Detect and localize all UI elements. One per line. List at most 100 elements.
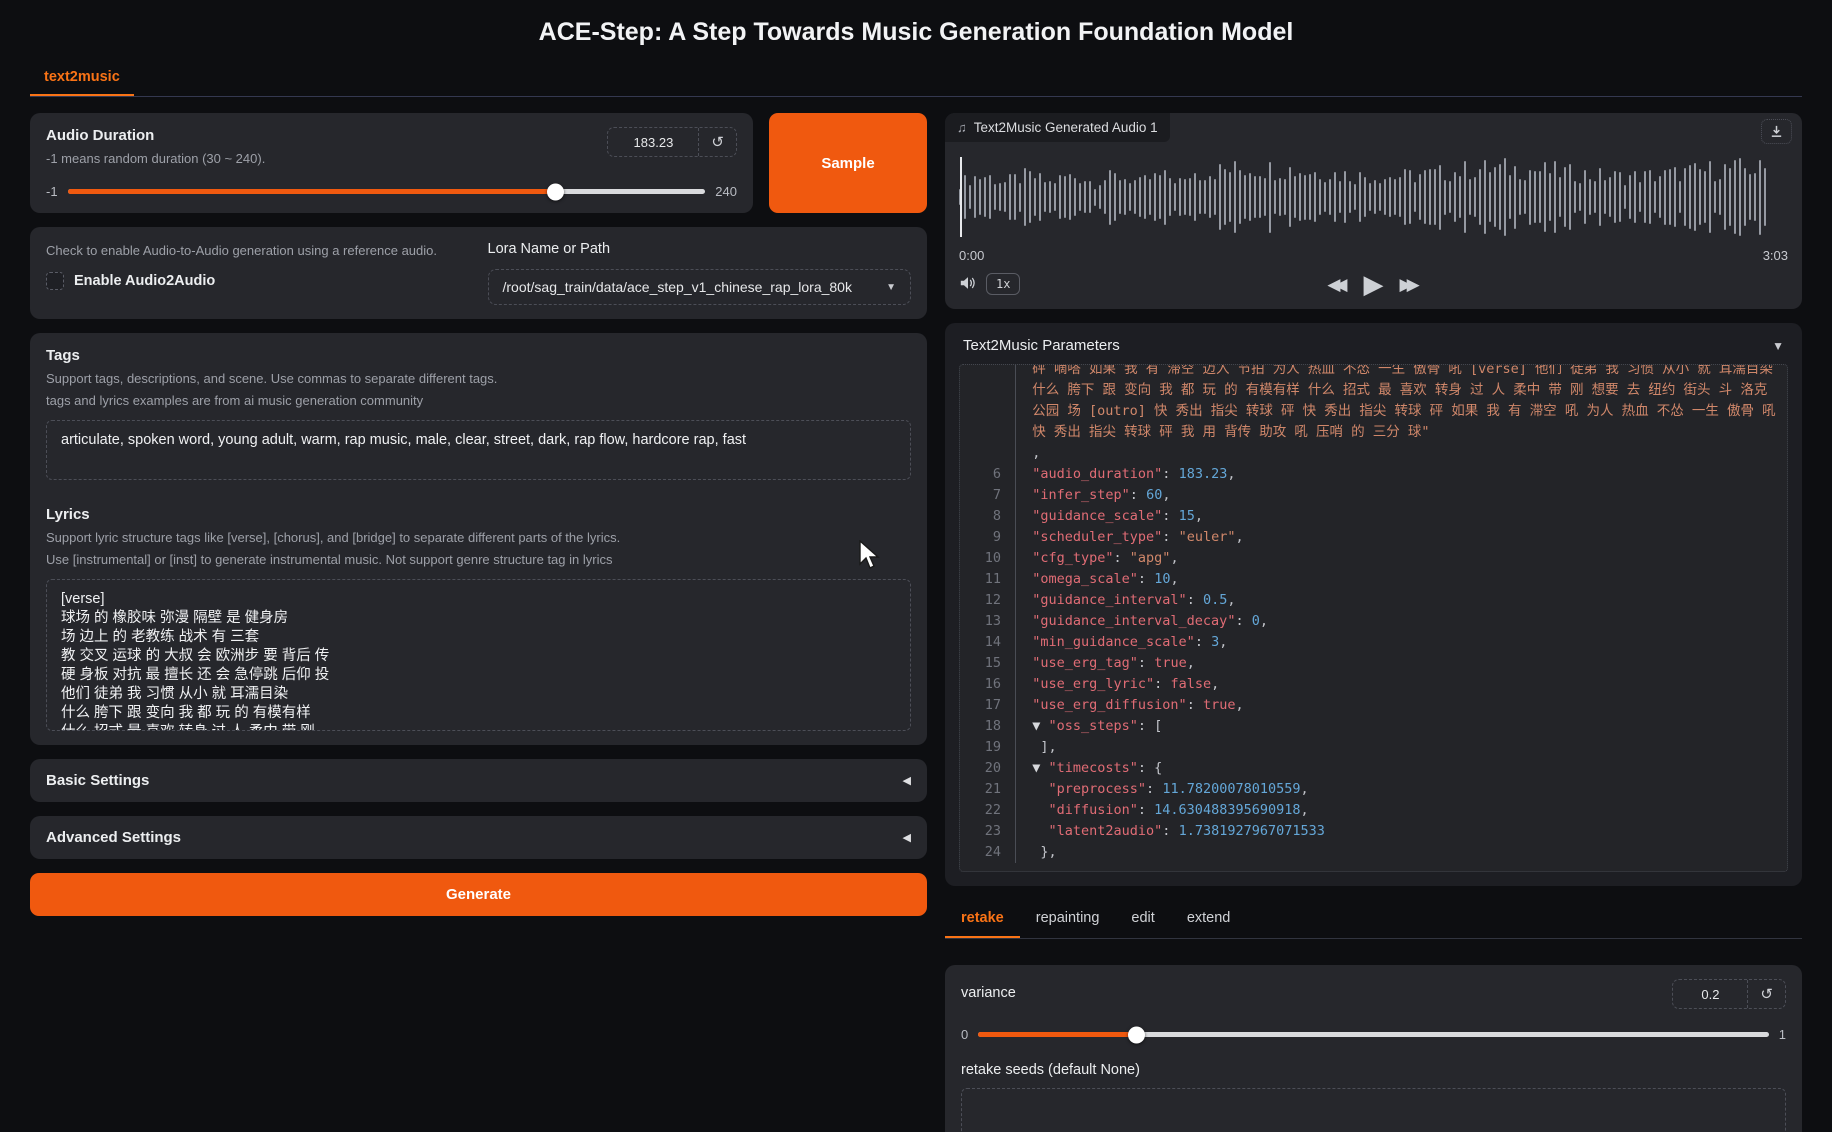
line-number: 20 — [960, 758, 1016, 779]
waveform-bar — [1219, 164, 1221, 230]
waveform-bar — [1084, 181, 1086, 213]
waveform-bar — [989, 175, 991, 219]
waveform-bar — [1009, 174, 1011, 220]
audio-title-tab: ♫ Text2Music Generated Audio 1 — [945, 113, 1170, 142]
json-rows: 砰 嘀嗒 如果 我 有 滞空 迈入 节拍 为人 热血 不怂 一生 傲骨 吼 [v… — [960, 365, 1787, 863]
tags-desc-2: tags and lyrics examples are from ai mus… — [46, 393, 424, 408]
basic-settings-accordion[interactable]: Basic Settings ◀ — [30, 759, 927, 802]
play-button[interactable]: ▶ — [1364, 271, 1384, 297]
waveform-bar — [1339, 180, 1341, 214]
waveform[interactable] — [959, 154, 1788, 240]
retake-seeds-textarea[interactable] — [961, 1088, 1786, 1132]
speaker-icon — [960, 276, 975, 289]
waveform-bar — [1599, 168, 1601, 226]
audio-duration-slider[interactable] — [67, 183, 706, 200]
waveform-bar — [1489, 172, 1491, 222]
json-line: 13 "guidance_interval_decay": 0, — [960, 611, 1787, 632]
download-button[interactable] — [1761, 119, 1792, 144]
waveform-bar — [1719, 178, 1721, 216]
waveform-bar — [1179, 178, 1181, 216]
waveform-bar — [1499, 163, 1501, 231]
volume-button[interactable] — [959, 275, 977, 293]
waveform-bar — [1064, 176, 1066, 218]
waveform-bar — [1669, 169, 1671, 225]
slider-max-label: 240 — [715, 184, 737, 199]
waveform-bar — [1044, 181, 1046, 213]
advanced-settings-accordion[interactable]: Advanced Settings ◀ — [30, 816, 927, 859]
json-viewer[interactable]: 砰 嘀嗒 如果 我 有 滞空 迈入 节拍 为人 热血 不怂 一生 傲骨 吼 [v… — [959, 364, 1788, 872]
line-number: 11 — [960, 569, 1016, 590]
tab-text2music[interactable]: text2music — [30, 61, 134, 96]
waveform-bar — [1329, 179, 1331, 215]
waveform-bar — [1184, 179, 1186, 215]
tab-edit[interactable]: edit — [1115, 902, 1170, 938]
waveform-bar — [1614, 171, 1616, 223]
right-column: ♫ Text2Music Generated Audio 1 0:00 3:03… — [945, 113, 1802, 1132]
collapse-down-icon[interactable]: ▼ — [1772, 339, 1784, 353]
reset-icon[interactable]: ↺ — [1747, 980, 1785, 1008]
tab-retake[interactable]: retake — [945, 902, 1020, 938]
slider-handle[interactable] — [546, 183, 564, 200]
audio-title: Text2Music Generated Audio 1 — [973, 120, 1158, 135]
collapse-arrow-icon[interactable]: ▼ — [1032, 718, 1048, 734]
variance-input[interactable] — [1673, 980, 1748, 1008]
waveform-bar — [1254, 176, 1256, 218]
waveform-bar — [1314, 171, 1316, 223]
rewind-button[interactable]: ◀◀ — [1327, 276, 1347, 293]
waveform-bar — [1604, 180, 1606, 214]
fast-forward-icon: ▶▶ — [1399, 274, 1420, 294]
line-number: 9 — [960, 527, 1016, 548]
lora-dropdown[interactable]: /root/sag_train/data/ace_step_v1_chinese… — [487, 269, 911, 305]
waveform-bar — [1164, 169, 1166, 225]
tab-repainting[interactable]: repainting — [1020, 902, 1116, 938]
rewind-icon: ◀◀ — [1327, 274, 1347, 294]
waveform-bar — [1439, 164, 1441, 230]
waveform-bar — [1609, 177, 1611, 217]
waveform-bar — [1169, 178, 1171, 216]
waveform-bar — [1544, 161, 1546, 233]
lyrics-desc-2: Use [instrumental] or [inst] to generate… — [46, 552, 613, 567]
waveform-bar — [1109, 169, 1111, 225]
main-tabbar: text2music — [30, 61, 1802, 97]
json-line: 6 "audio_duration": 183.23, — [960, 464, 1787, 485]
line-number: 21 — [960, 779, 1016, 800]
generate-button[interactable]: Generate — [30, 873, 927, 916]
forward-button[interactable]: ▶▶ — [1400, 276, 1420, 293]
waveform-bar — [1589, 178, 1591, 216]
variance-slider[interactable] — [978, 1026, 1769, 1043]
enable-audio2audio-checkbox[interactable] — [46, 272, 64, 290]
parameters-title: Text2Music Parameters — [963, 337, 1120, 354]
audio-player-panel: ♫ Text2Music Generated Audio 1 0:00 3:03… — [945, 113, 1802, 309]
waveform-bar — [999, 183, 1001, 211]
waveform-bar — [1274, 179, 1276, 215]
music-note-icon: ♫ — [957, 120, 967, 135]
waveform-bar — [964, 175, 966, 219]
waveform-bar — [1504, 158, 1506, 236]
waveform-bar — [1099, 185, 1101, 209]
line-number: 8 — [960, 506, 1016, 527]
tags-textarea[interactable]: articulate, spoken word, young adult, wa… — [46, 420, 911, 480]
waveform-bar — [1414, 181, 1416, 213]
waveform-bar — [1089, 180, 1091, 214]
download-icon — [1771, 125, 1782, 137]
audio2audio-hint: Check to enable Audio-to-Audio generatio… — [46, 243, 437, 258]
waveform-bar — [1284, 178, 1286, 216]
waveform-bar — [1194, 173, 1196, 221]
sample-button[interactable]: Sample — [769, 113, 927, 213]
playback-speed-button[interactable]: 1x — [986, 273, 1021, 295]
collapse-arrow-icon[interactable]: ▼ — [1032, 760, 1048, 776]
tab-extend[interactable]: extend — [1171, 902, 1247, 938]
reset-icon[interactable]: ↺ — [698, 128, 736, 156]
waveform-bar — [1004, 182, 1006, 212]
sub-tabs: retake repainting edit extend — [945, 902, 1802, 939]
waveform-bar — [1664, 169, 1666, 225]
audio-duration-input[interactable] — [608, 128, 699, 156]
waveform-bar — [1559, 176, 1561, 218]
waveform-bar — [1684, 168, 1686, 226]
slider-handle[interactable] — [1128, 1026, 1146, 1043]
lyrics-textarea[interactable]: [verse] 球场 的 橡胶味 弥漫 隔壁 是 健身房 场 边上 的 老教练 … — [46, 579, 911, 731]
waveform-bar — [1114, 172, 1116, 222]
waveform-bar — [1129, 183, 1131, 211]
line-number: 14 — [960, 632, 1016, 653]
line-number — [960, 422, 1016, 443]
